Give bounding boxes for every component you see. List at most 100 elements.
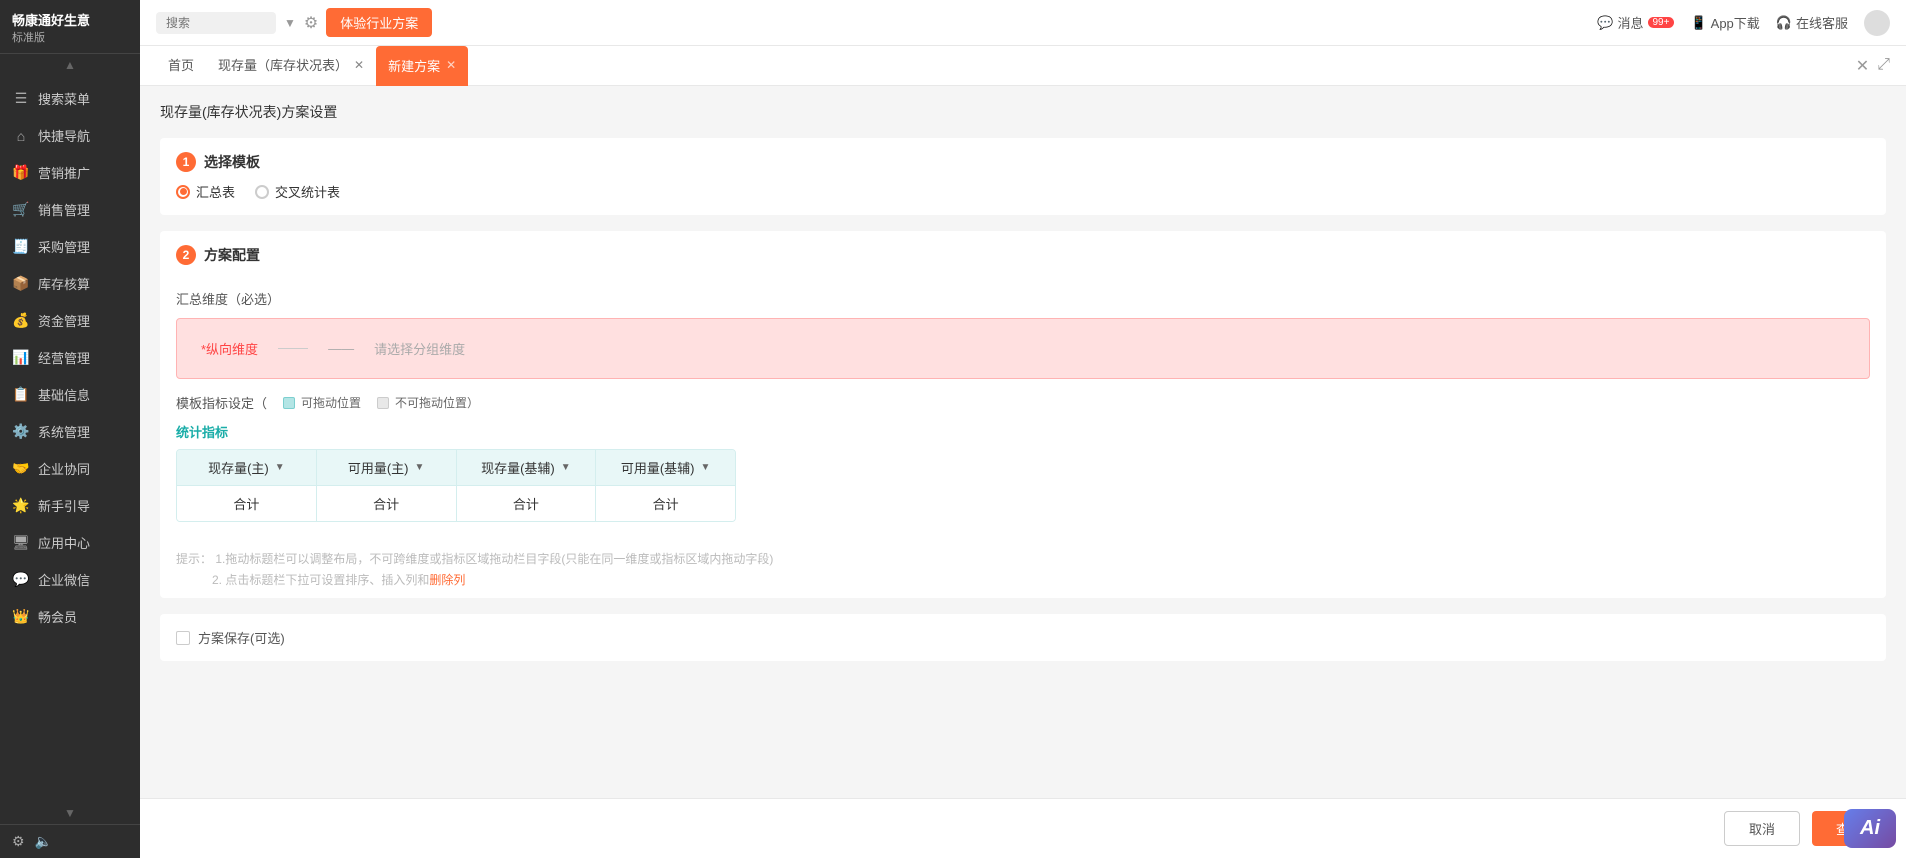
stat-col-4[interactable]: 可用量(基辅) ▼: [596, 450, 735, 485]
sidebar-item-label: 营销推广: [38, 163, 90, 182]
sidebar-item-quick-nav[interactable]: ⌂ 快捷导航: [0, 117, 140, 154]
non-movable-label: 不可拖动位置）: [395, 394, 479, 411]
dimension-row: *纵向维度 —— 请选择分组维度: [201, 339, 1845, 358]
sidebar-nav: ☰ 搜索菜单 ⌂ 快捷导航 🎁 营销推广 🛒 销售管理 🧾 采购管理 📦 库存核…: [0, 76, 140, 802]
sidebar-item-search-menu[interactable]: ☰ 搜索菜单: [0, 80, 140, 117]
save-option: 方案保存(可选): [160, 614, 1886, 661]
tab-new-scheme[interactable]: 新建方案 ✕: [376, 46, 468, 86]
sidebar-item-guide[interactable]: 🌟 新手引导: [0, 487, 140, 524]
stat-col-1-label: 现存量(主): [208, 458, 269, 477]
tab-inventory-status[interactable]: 现存量（库存状况表） ✕: [206, 46, 376, 86]
sidebar-item-label: 搜索菜单: [38, 89, 90, 108]
trial-button[interactable]: 体验行业方案: [326, 8, 432, 37]
sidebar-item-sales[interactable]: 🛒 销售管理: [0, 191, 140, 228]
topbar-right: 💬 消息 99+ 📱 App下载 🎧 在线客服: [1597, 10, 1890, 36]
cancel-button[interactable]: 取消: [1724, 811, 1800, 846]
save-label: 方案保存(可选): [198, 628, 285, 647]
col2-dropdown-icon[interactable]: ▼: [415, 462, 425, 473]
tab-home[interactable]: 首页: [156, 46, 206, 86]
sidebar-item-label: 企业协同: [38, 459, 90, 478]
system-icon: ⚙️: [12, 423, 30, 441]
settings-icon[interactable]: ⚙: [12, 833, 25, 850]
main-content: ▼ ⚙ 体验行业方案 💬 消息 99+ 📱 App下载 🎧 在线客服 首页: [140, 0, 1906, 858]
col1-dropdown-icon[interactable]: ▼: [275, 462, 285, 473]
close-tab-inventory-icon[interactable]: ✕: [354, 58, 364, 72]
sidebar-item-label: 应用中心: [38, 533, 90, 552]
radio-cross[interactable]: 交叉统计表: [255, 182, 340, 201]
expand-icon[interactable]: ⤢: [1877, 56, 1890, 76]
scheme-config: 汇总维度（必选） *纵向维度 —— 请选择分组维度 模板指标设定（ 可拖: [160, 275, 1886, 536]
sidebar-item-cooperation[interactable]: 🤝 企业协同: [0, 450, 140, 487]
dimension-box[interactable]: *纵向维度 —— 请选择分组维度: [176, 318, 1870, 379]
avatar[interactable]: [1864, 10, 1890, 36]
scroll-down-btn[interactable]: ▼: [0, 802, 140, 824]
app-download-label: App下载: [1711, 13, 1760, 32]
sidebar-item-wechat[interactable]: 💬 企业微信: [0, 561, 140, 598]
step1-header: 1 选择模板: [160, 138, 1886, 182]
app-name: 畅康通好生意: [12, 10, 128, 29]
close-all-tabs-icon[interactable]: ✕: [1856, 56, 1869, 76]
quick-nav-icon: ⌂: [12, 127, 30, 145]
sidebar: 畅康通好生意 标准版 ▲ ☰ 搜索菜单 ⌂ 快捷导航 🎁 营销推广 🛒 销售管理…: [0, 0, 140, 858]
step2-badge: 2: [176, 245, 196, 265]
dimension-placeholder: 请选择分组维度: [374, 339, 465, 358]
template-options: 汇总表 交叉统计表: [160, 182, 1886, 215]
sidebar-item-finance[interactable]: 💰 资金管理: [0, 302, 140, 339]
basic-info-icon: 📋: [12, 386, 30, 404]
tabs-actions: ✕ ⤢: [1856, 56, 1890, 76]
vip-icon: 👑: [12, 608, 30, 626]
app-download-item[interactable]: 📱 App下载: [1690, 13, 1759, 32]
step2-header: 2 方案配置: [160, 231, 1886, 275]
marketing-icon: 🎁: [12, 164, 30, 182]
tips-section: 提示： 1.拖动标题栏可以调整布局，不可跨维度或指标区域拖动栏目字段(只能在同一…: [160, 536, 1886, 598]
summary-dimension-label: 汇总维度（必选）: [176, 289, 1870, 308]
sidebar-item-vip[interactable]: 👑 畅会员: [0, 598, 140, 635]
headset-icon: 🎧: [1776, 15, 1792, 31]
page-title: 现存量(库存状况表)方案设置: [160, 102, 1886, 122]
sidebar-item-inventory[interactable]: 📦 库存核算: [0, 265, 140, 302]
non-movable-dot: [377, 397, 389, 409]
sidebar-item-marketing[interactable]: 🎁 营销推广: [0, 154, 140, 191]
sound-icon[interactable]: 🔈: [35, 833, 52, 850]
tab-new-scheme-label: 新建方案: [388, 56, 440, 75]
sidebar-item-label: 库存核算: [38, 274, 90, 293]
stat-col-2-label: 可用量(主): [348, 458, 409, 477]
step2-section: 2 方案配置 汇总维度（必选） *纵向维度 —— 请选择分组维度 模板指标设定（: [160, 231, 1886, 598]
dimension-line-text: ——: [328, 341, 354, 356]
sidebar-item-operations[interactable]: 📊 经营管理: [0, 339, 140, 376]
search-dropdown-icon[interactable]: ▼: [284, 16, 296, 30]
dimension-line-separator: [278, 348, 308, 349]
close-tab-new-scheme-icon[interactable]: ✕: [446, 58, 456, 72]
search-input[interactable]: [156, 12, 276, 34]
sidebar-item-purchase[interactable]: 🧾 采购管理: [0, 228, 140, 265]
sidebar-item-label: 基础信息: [38, 385, 90, 404]
stat-cell-2: 合计: [317, 486, 457, 521]
stat-col-3[interactable]: 现存量(基辅) ▼: [457, 450, 597, 485]
tip-1: 提示： 1.拖动标题栏可以调整布局，不可跨维度或指标区域拖动栏目字段(只能在同一…: [176, 550, 1870, 567]
tab-inventory-status-label: 现存量（库存状况表）: [218, 55, 348, 74]
movable-toggle: 可拖动位置: [283, 394, 361, 411]
page-content: 现存量(库存状况表)方案设置 1 选择模板 汇总表 交叉统计表 2: [140, 86, 1906, 798]
topbar-gear-icon[interactable]: ⚙: [304, 13, 318, 33]
radio-summary[interactable]: 汇总表: [176, 182, 235, 201]
step2-title: 方案配置: [204, 245, 260, 265]
sidebar-item-basic-info[interactable]: 📋 基础信息: [0, 376, 140, 413]
online-service-item[interactable]: 🎧 在线客服: [1776, 13, 1848, 32]
radio-cross-circle: [255, 185, 269, 199]
stat-table-header: 现存量(主) ▼ 可用量(主) ▼ 现存量(基辅) ▼ 可用量(基辅): [177, 450, 735, 485]
col3-dropdown-icon[interactable]: ▼: [561, 462, 571, 473]
tabs-bar: 首页 现存量（库存状况表） ✕ 新建方案 ✕ ✕ ⤢: [140, 46, 1906, 86]
sidebar-item-app-center[interactable]: 🖥 应用中心: [0, 524, 140, 561]
topbar: ▼ ⚙ 体验行业方案 💬 消息 99+ 📱 App下载 🎧 在线客服: [140, 0, 1906, 46]
save-checkbox[interactable]: [176, 631, 190, 645]
col4-dropdown-icon[interactable]: ▼: [701, 462, 711, 473]
ai-badge[interactable]: Ai: [1844, 809, 1896, 848]
sidebar-item-label: 系统管理: [38, 422, 90, 441]
message-item[interactable]: 💬 消息 99+: [1597, 13, 1674, 32]
message-label: 消息: [1617, 13, 1643, 32]
stat-col-1[interactable]: 现存量(主) ▼: [177, 450, 317, 485]
sidebar-item-system[interactable]: ⚙️ 系统管理: [0, 413, 140, 450]
scroll-up-btn[interactable]: ▲: [0, 54, 140, 76]
step1-title: 选择模板: [204, 152, 260, 172]
stat-col-2[interactable]: 可用量(主) ▼: [317, 450, 457, 485]
